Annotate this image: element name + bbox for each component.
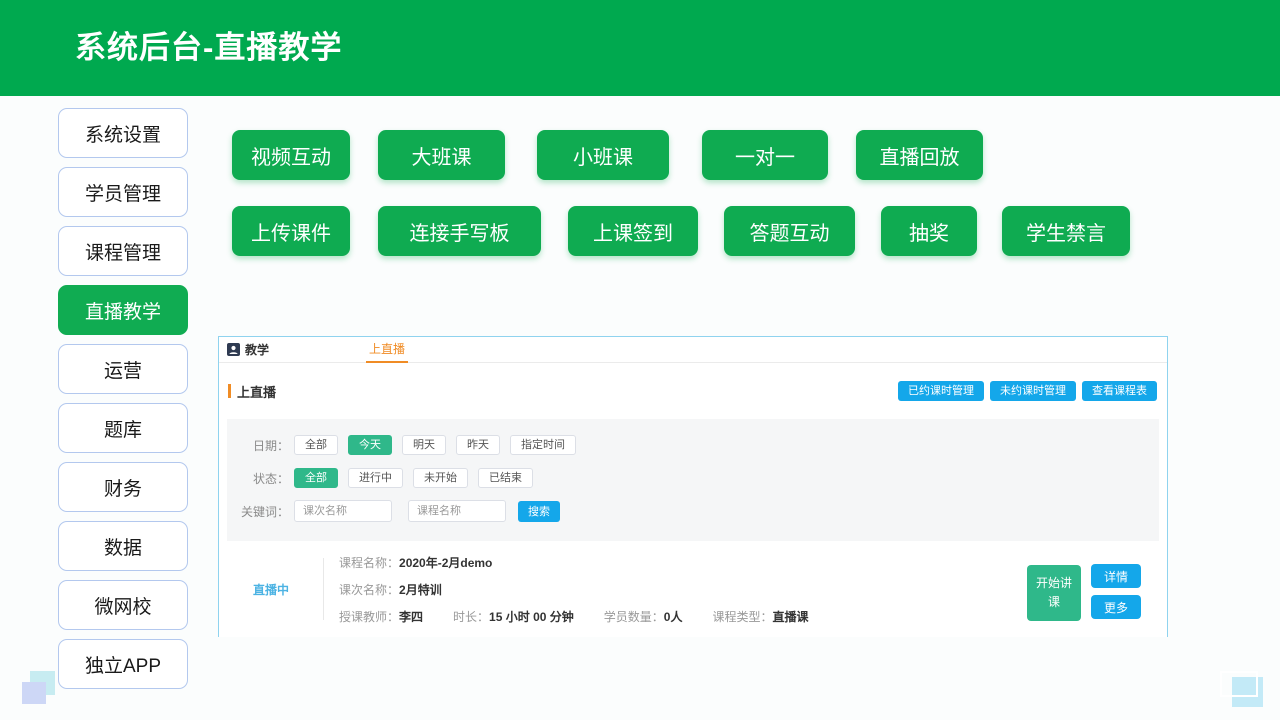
sidebar-item-finance[interactable]: 财务 — [58, 462, 188, 512]
booked-lessons-button[interactable]: 已约课时管理 — [898, 381, 984, 401]
duration-label: 时长： — [453, 610, 489, 624]
page: 系统后台-直播教学 系统设置 学员管理 课程管理 直播教学 运营 题库 财务 数… — [0, 0, 1280, 720]
date-chip-today[interactable]: 今天 — [348, 435, 392, 455]
sidebar-item-student-management[interactable]: 学员管理 — [58, 167, 188, 217]
sidebar-item-live-teaching[interactable]: 直播教学 — [58, 285, 188, 335]
page-title: 系统后台-直播教学 — [75, 0, 342, 96]
teacher-value: 李四 — [399, 610, 423, 624]
keyword-filter-row: 关键词： 搜索 — [227, 500, 1159, 522]
feature-button-connect-tablet[interactable]: 连接手写板 — [378, 206, 541, 256]
status-filter-row: 状态： 全部 进行中 未开始 已结束 — [227, 467, 1159, 489]
detail-button[interactable]: 详情 — [1091, 564, 1141, 588]
section-title: 上直播 — [228, 382, 276, 401]
live-admin-panel: 教学 上直播 上直播 已约课时管理 未约课时管理 查看课程表 日期： 全部 今天… — [218, 336, 1168, 637]
course-type-value: 直播课 — [772, 610, 808, 624]
date-chip-custom[interactable]: 指定时间 — [510, 435, 576, 455]
keyword-filter-label: 关键词： — [227, 503, 289, 520]
lesson-record-row: 直播中 课程名称：2020年-2月demo 课次名称：2月特训 授课教师：李四 — [219, 541, 1167, 637]
section-title-text: 上直播 — [237, 382, 276, 401]
course-name-input[interactable] — [408, 500, 506, 522]
course-name-label: 课程名称： — [339, 556, 399, 570]
record-divider — [323, 558, 324, 620]
decor-square-purple-left — [22, 682, 46, 704]
unbooked-lessons-button[interactable]: 未约课时管理 — [990, 381, 1076, 401]
teacher-person-icon — [227, 343, 240, 356]
date-chip-yesterday[interactable]: 昨天 — [456, 435, 500, 455]
more-button[interactable]: 更多 — [1091, 595, 1141, 619]
app-label: 教学 — [245, 341, 269, 358]
search-button[interactable]: 搜索 — [518, 501, 560, 522]
course-name-value: 2020年-2月demo — [399, 556, 492, 570]
feature-button-quiz-interaction[interactable]: 答题互动 — [724, 206, 855, 256]
start-teaching-button[interactable]: 开始讲课 — [1027, 565, 1081, 621]
feature-button-mute-students[interactable]: 学生禁言 — [1002, 206, 1130, 256]
feature-button-small-class[interactable]: 小班课 — [537, 130, 669, 180]
feature-button-video-interaction[interactable]: 视频互动 — [232, 130, 350, 180]
sidebar-item-system-settings[interactable]: 系统设置 — [58, 108, 188, 158]
status-filter-label: 状态： — [227, 470, 289, 487]
section-actions: 已约课时管理 未约课时管理 查看课程表 — [898, 381, 1157, 401]
record-fields: 课程名称：2020年-2月demo 课次名称：2月特训 授课教师：李四 时长：1… — [339, 554, 838, 625]
feature-button-live-replay[interactable]: 直播回放 — [856, 130, 983, 180]
teacher-label: 授课教师： — [339, 610, 399, 624]
view-timetable-button[interactable]: 查看课程表 — [1082, 381, 1157, 401]
tab-go-live[interactable]: 上直播 — [366, 337, 408, 363]
panel-nav-bar: 教学 上直播 — [219, 337, 1167, 363]
feature-button-large-class[interactable]: 大班课 — [378, 130, 505, 180]
orange-accent-bar — [228, 384, 231, 398]
status-chip-finished[interactable]: 已结束 — [478, 468, 533, 488]
date-filter-row: 日期： 全部 今天 明天 昨天 指定时间 — [227, 434, 1159, 456]
app-badge: 教学 — [227, 341, 269, 358]
status-chip-not-started[interactable]: 未开始 — [413, 468, 468, 488]
header-bar: 系统后台-直播教学 — [0, 0, 1280, 96]
live-status-badge: 直播中 — [219, 581, 323, 598]
sidebar: 系统设置 学员管理 课程管理 直播教学 运营 题库 财务 数据 微网校 独立AP… — [58, 108, 188, 689]
feature-button-one-on-one[interactable]: 一对一 — [702, 130, 828, 180]
date-chip-all[interactable]: 全部 — [294, 435, 338, 455]
date-chip-tomorrow[interactable]: 明天 — [402, 435, 446, 455]
session-name-label: 课次名称： — [339, 583, 399, 597]
date-filter-label: 日期： — [227, 437, 289, 454]
sidebar-item-course-management[interactable]: 课程管理 — [58, 226, 188, 276]
status-chip-ongoing[interactable]: 进行中 — [348, 468, 403, 488]
session-name-input[interactable] — [294, 500, 392, 522]
sidebar-item-data[interactable]: 数据 — [58, 521, 188, 571]
feature-button-upload-courseware[interactable]: 上传课件 — [232, 206, 350, 256]
feature-button-class-checkin[interactable]: 上课签到 — [568, 206, 698, 256]
sidebar-item-operations[interactable]: 运营 — [58, 344, 188, 394]
section-header: 上直播 已约课时管理 未约课时管理 查看课程表 — [219, 363, 1167, 419]
sidebar-item-micro-school[interactable]: 微网校 — [58, 580, 188, 630]
student-count-value: 0人 — [664, 610, 683, 624]
course-type-label: 课程类型： — [712, 610, 772, 624]
filter-panel: 日期： 全部 今天 明天 昨天 指定时间 状态： 全部 进行中 未开始 已结束 … — [227, 419, 1159, 541]
feature-button-lucky-draw[interactable]: 抽奖 — [881, 206, 977, 256]
decor-square-outline-right — [1220, 671, 1258, 697]
sidebar-item-standalone-app[interactable]: 独立APP — [58, 639, 188, 689]
duration-value: 15 小时 00 分钟 — [489, 610, 574, 624]
student-count-label: 学员数量： — [604, 610, 664, 624]
session-name-value: 2月特训 — [399, 583, 442, 597]
status-chip-all[interactable]: 全部 — [294, 468, 338, 488]
sidebar-item-question-bank[interactable]: 题库 — [58, 403, 188, 453]
